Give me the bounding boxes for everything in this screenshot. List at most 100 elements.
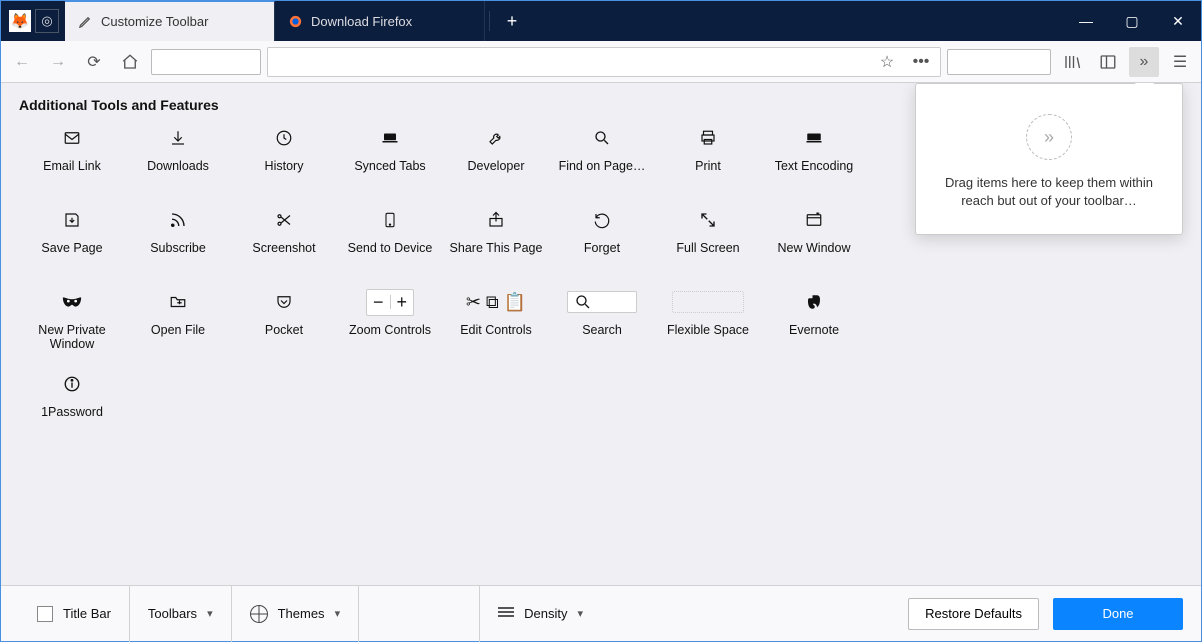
density-dropdown[interactable]: Density ▾ — [480, 586, 601, 641]
titlebar-label: Title Bar — [63, 606, 111, 621]
palette-item-label: Synced Tabs — [354, 159, 425, 173]
pocket-icon — [275, 291, 293, 313]
laptop-icon — [380, 127, 400, 149]
palette-item-synced-tabs[interactable]: Synced Tabs — [337, 121, 443, 201]
palette-item-search[interactable]: Search — [549, 285, 655, 365]
page-actions-icon[interactable]: ••• — [906, 47, 936, 77]
searchbox-icon — [567, 291, 637, 313]
titlebar-checkbox[interactable] — [37, 606, 53, 622]
url-bar[interactable]: ☆ ••• — [267, 47, 941, 77]
encoding-icon — [804, 127, 824, 149]
tab-label: Customize Toolbar — [101, 14, 208, 29]
palette-item-forget[interactable]: Forget — [549, 203, 655, 283]
palette-item-zoom[interactable]: −+Zoom Controls — [337, 285, 443, 365]
hamburger-menu-icon[interactable]: ☰ — [1165, 47, 1195, 77]
save-icon — [63, 209, 81, 231]
maximize-button[interactable]: ▢ — [1109, 1, 1155, 41]
palette-item-downloads[interactable]: Downloads — [125, 121, 231, 201]
pinned-tab-icon[interactable]: ◎ — [35, 9, 59, 33]
palette-item-edit[interactable]: ✂ ⧉ 📋Edit Controls — [443, 285, 549, 365]
palette-item-find[interactable]: Find on Page… — [549, 121, 655, 201]
palette-item-save-page[interactable]: Save Page — [19, 203, 125, 283]
evernote-icon — [805, 291, 823, 313]
flexible-space-slot[interactable] — [151, 49, 261, 75]
palette-item-full-screen[interactable]: Full Screen — [655, 203, 761, 283]
palette-item-flexible-space[interactable]: Flexible Space — [655, 285, 761, 365]
fullscreen-icon — [699, 209, 717, 231]
palette-item-send-to-device[interactable]: Send to Device — [337, 203, 443, 283]
edit-icon: ✂ ⧉ 📋 — [466, 291, 526, 313]
library-icon[interactable] — [1057, 47, 1087, 77]
palette-item-label: Share This Page — [450, 241, 543, 255]
palette-item-label: Search — [582, 323, 622, 337]
pencil-icon — [77, 14, 93, 30]
share-icon — [487, 209, 505, 231]
palette-item-label: Text Encoding — [775, 159, 854, 173]
close-button[interactable]: ✕ — [1155, 1, 1201, 41]
palette-item-developer[interactable]: Developer — [443, 121, 549, 201]
palette-item-label: New Private Window — [19, 323, 125, 351]
palette-item-history[interactable]: History — [231, 121, 337, 201]
palette-item-label: 1Password — [41, 405, 103, 419]
mask-icon — [61, 291, 83, 313]
title-bar: 🦊 ◎ Customize Toolbar Download Firefox +… — [1, 1, 1201, 41]
palette-item-email-link[interactable]: Email Link — [19, 121, 125, 201]
new-tab-button[interactable]: + — [494, 1, 530, 41]
mail-icon — [63, 127, 81, 149]
back-button[interactable]: ← — [7, 47, 37, 77]
palette-item-label: New Window — [778, 241, 851, 255]
palette-item-private[interactable]: New Private Window — [19, 285, 125, 365]
tab-label: Download Firefox — [311, 14, 412, 29]
chevron-down-icon: ▾ — [207, 607, 213, 620]
palette-item-label: Zoom Controls — [349, 323, 431, 337]
reload-button[interactable]: ⟳ — [79, 47, 109, 77]
device-icon — [382, 209, 398, 231]
palette-item-new-window[interactable]: New Window — [761, 203, 867, 283]
palette-item-1password[interactable]: 1Password — [19, 367, 125, 447]
nav-toolbar: ← → ⟳ ☆ ••• » ☰ — [1, 41, 1201, 83]
palette-item-label: Developer — [468, 159, 525, 173]
tab-customize-toolbar[interactable]: Customize Toolbar — [65, 1, 275, 41]
done-button[interactable]: Done — [1053, 598, 1183, 630]
toolbars-label: Toolbars — [148, 606, 197, 621]
folder-icon — [169, 291, 187, 313]
restore-defaults-button[interactable]: Restore Defaults — [908, 598, 1039, 630]
sidebar-icon[interactable] — [1093, 47, 1123, 77]
chevron-down-icon: ▾ — [335, 607, 341, 620]
palette-item-subscribe[interactable]: Subscribe — [125, 203, 231, 283]
customize-content: Additional Tools and Features Email Link… — [1, 83, 1201, 585]
overflow-message: Drag items here to keep them within reac… — [932, 174, 1166, 210]
palette-item-pocket[interactable]: Pocket — [231, 285, 337, 365]
palette-item-label: Save Page — [41, 241, 102, 255]
palette-item-label: Subscribe — [150, 241, 206, 255]
palette-item-share[interactable]: Share This Page — [443, 203, 549, 283]
density-icon — [498, 607, 514, 621]
palette-item-text-encoding[interactable]: Text Encoding — [761, 121, 867, 201]
print-icon — [699, 127, 717, 149]
firefox-icon — [287, 13, 303, 29]
info-icon — [63, 373, 81, 395]
tab-download-firefox[interactable]: Download Firefox — [275, 1, 485, 41]
toolbars-dropdown[interactable]: Toolbars ▾ — [130, 586, 231, 641]
palette-item-evernote[interactable]: Evernote — [761, 285, 867, 365]
globe-icon — [250, 605, 268, 623]
minimize-button[interactable]: — — [1063, 1, 1109, 41]
scissors-icon — [275, 209, 293, 231]
themes-label: Themes — [278, 606, 325, 621]
palette-item-print[interactable]: Print — [655, 121, 761, 201]
themes-dropdown[interactable]: Themes ▾ — [232, 586, 359, 641]
forward-button[interactable]: → — [43, 47, 73, 77]
overflow-menu-button[interactable]: » — [1129, 47, 1159, 77]
home-button[interactable] — [115, 47, 145, 77]
palette-item-screenshot[interactable]: Screenshot — [231, 203, 337, 283]
palette-item-label: Full Screen — [676, 241, 739, 255]
flexible-space-slot-2[interactable] — [947, 49, 1051, 75]
star-icon[interactable]: ☆ — [872, 47, 902, 77]
search-icon — [593, 127, 611, 149]
palette-item-label: Find on Page… — [559, 159, 646, 173]
palette-item-open-file[interactable]: Open File — [125, 285, 231, 365]
palette-item-label: Downloads — [147, 159, 209, 173]
palette-item-label: Pocket — [265, 323, 303, 337]
overflow-panel[interactable]: » Drag items here to keep them within re… — [915, 83, 1183, 235]
window-icon — [804, 209, 824, 231]
